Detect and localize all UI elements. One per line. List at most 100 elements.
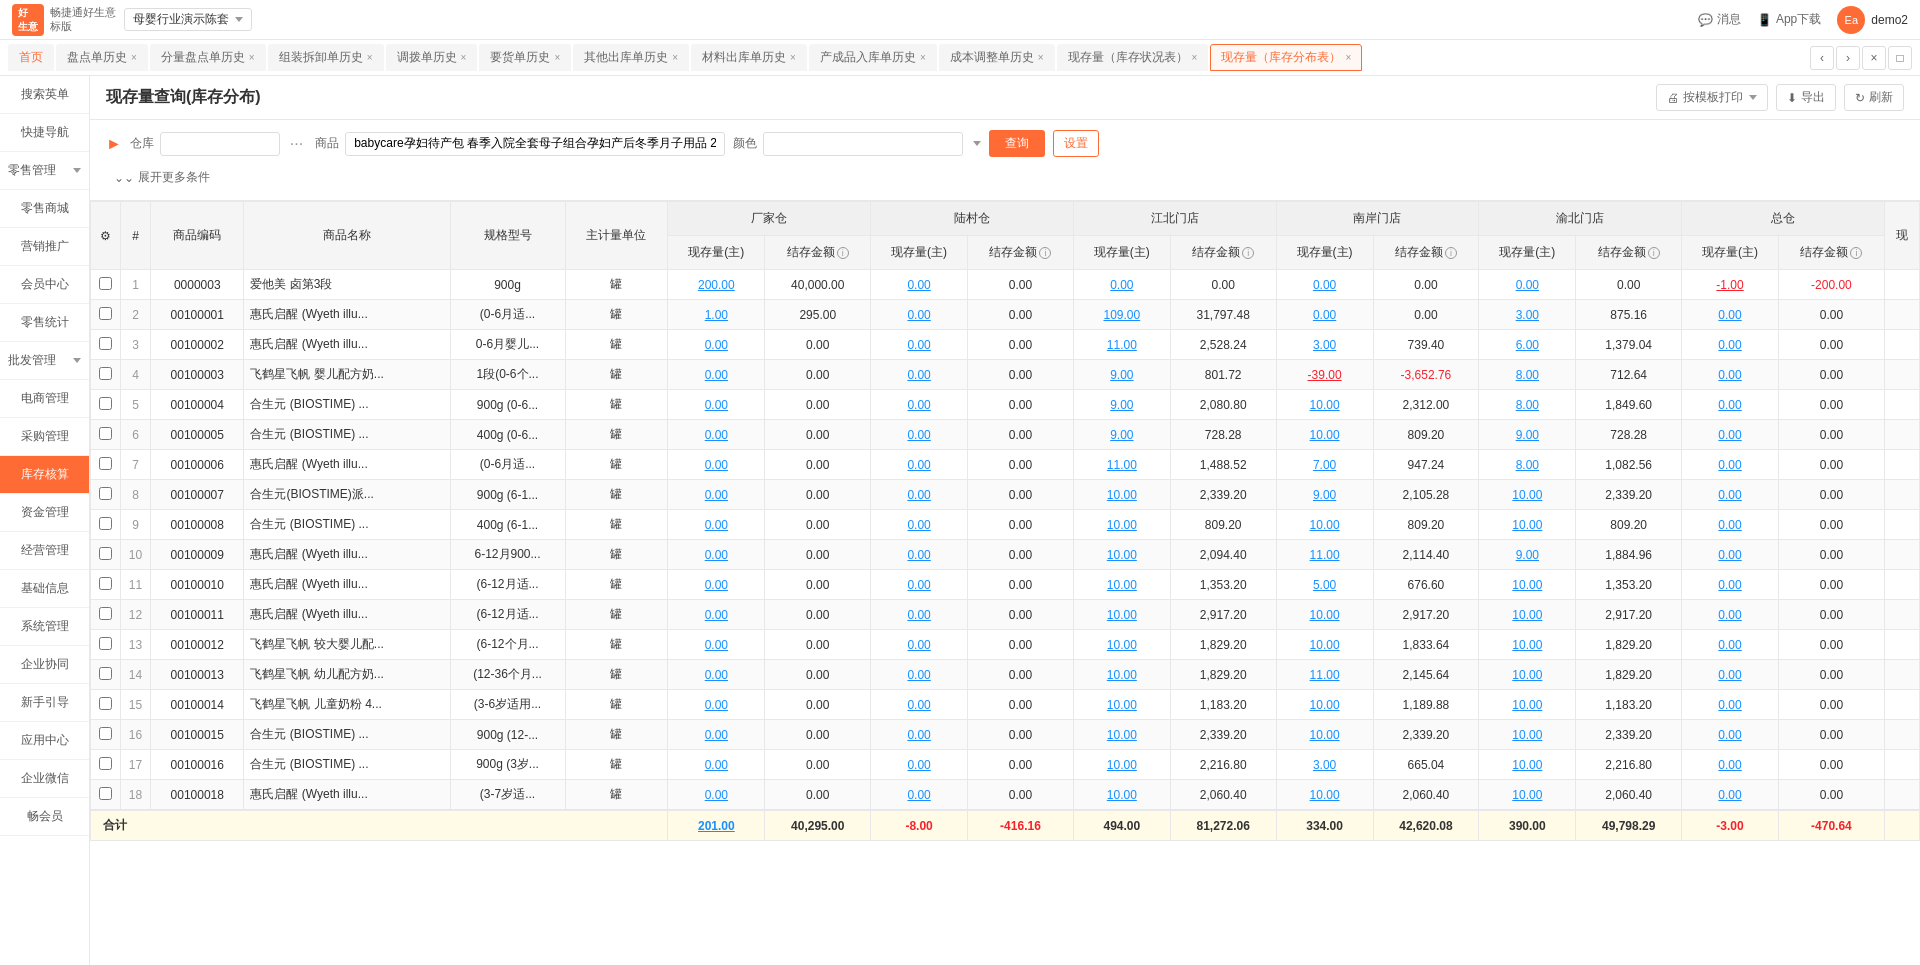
footer-total-qty[interactable]: -3.00 (1681, 810, 1778, 841)
na-qty-cell[interactable]: 10.00 (1276, 600, 1373, 630)
tab-cost[interactable]: 成本调整单历史 × (939, 44, 1055, 71)
settings-cell[interactable] (91, 570, 121, 600)
jb-qty-cell[interactable]: 11.00 (1073, 330, 1170, 360)
tab-pandian[interactable]: 盘点单历史 × (56, 44, 148, 71)
lc-qty-cell[interactable]: 0.00 (871, 720, 968, 750)
yb-qty-cell[interactable]: 10.00 (1479, 660, 1576, 690)
settings-cell[interactable] (91, 270, 121, 300)
sidebar-item-inventory[interactable]: 库存核算 (0, 456, 89, 494)
sidebar-item-base[interactable]: 基础信息 (0, 570, 89, 608)
user-info[interactable]: Ea demo2 (1837, 6, 1908, 34)
yb-qty-cell[interactable]: 3.00 (1479, 300, 1576, 330)
jb-qty-cell[interactable]: 9.00 (1073, 420, 1170, 450)
lc-qty-cell[interactable]: 0.00 (871, 450, 968, 480)
total-qty-cell[interactable]: 0.00 (1681, 750, 1778, 780)
na-qty-cell[interactable]: 9.00 (1276, 480, 1373, 510)
jb-qty-cell[interactable]: 10.00 (1073, 780, 1170, 811)
jb-qty-cell[interactable]: 10.00 (1073, 720, 1170, 750)
na-qty-cell[interactable]: 3.00 (1276, 750, 1373, 780)
yb-qty-cell[interactable]: 10.00 (1479, 600, 1576, 630)
jb-qty-cell[interactable]: 10.00 (1073, 570, 1170, 600)
message-btn[interactable]: 💬 消息 (1698, 11, 1741, 28)
lc-qty-cell[interactable]: 0.00 (871, 480, 968, 510)
jb-qty-cell[interactable]: 10.00 (1073, 510, 1170, 540)
na-qty-cell[interactable]: 7.00 (1276, 450, 1373, 480)
tab-cailiao[interactable]: 材料出库单历史 × (691, 44, 807, 71)
footer-yb-qty[interactable]: 390.00 (1479, 810, 1576, 841)
tab-close-icon[interactable]: × (1192, 52, 1198, 63)
lc-qty-cell[interactable]: 0.00 (871, 330, 968, 360)
info-icon[interactable]: i (1039, 247, 1051, 259)
total-qty-cell[interactable]: 0.00 (1681, 330, 1778, 360)
yb-qty-cell[interactable]: 8.00 (1479, 390, 1576, 420)
info-icon[interactable]: i (837, 247, 849, 259)
tab-home[interactable]: 首页 (8, 44, 54, 71)
yb-qty-cell[interactable]: 8.00 (1479, 360, 1576, 390)
settings-cell[interactable] (91, 390, 121, 420)
goods-input[interactable] (345, 132, 725, 156)
yb-qty-cell[interactable]: 10.00 (1479, 720, 1576, 750)
settings-cell[interactable] (91, 300, 121, 330)
sidebar-item-guide[interactable]: 新手引导 (0, 684, 89, 722)
info-icon[interactable]: i (1445, 247, 1457, 259)
total-qty-cell[interactable]: -1.00 (1681, 270, 1778, 300)
settings-cell[interactable] (91, 660, 121, 690)
na-qty-cell[interactable]: 0.00 (1276, 270, 1373, 300)
na-qty-cell[interactable]: 0.00 (1276, 300, 1373, 330)
tab-yaohuo[interactable]: 要货单历史 × (479, 44, 571, 71)
jb-qty-cell[interactable]: 10.00 (1073, 540, 1170, 570)
sidebar-item-wxwork[interactable]: 企业微信 (0, 760, 89, 798)
tab-next-btn[interactable]: › (1836, 46, 1860, 70)
na-qty-cell[interactable]: 5.00 (1276, 570, 1373, 600)
yb-qty-cell[interactable]: 10.00 (1479, 510, 1576, 540)
yb-qty-cell[interactable]: 10.00 (1479, 480, 1576, 510)
settings-cell[interactable] (91, 450, 121, 480)
fj-qty-cell[interactable]: 0.00 (668, 570, 765, 600)
sidebar-item-apps[interactable]: 应用中心 (0, 722, 89, 760)
yb-qty-cell[interactable]: 0.00 (1479, 270, 1576, 300)
fj-qty-cell[interactable]: 0.00 (668, 600, 765, 630)
tab-expand-btn[interactable]: □ (1888, 46, 1912, 70)
fj-qty-cell[interactable]: 0.00 (668, 510, 765, 540)
tab-close-icon[interactable]: × (367, 52, 373, 63)
total-qty-cell[interactable]: 0.00 (1681, 630, 1778, 660)
tab-diaob[interactable]: 调拨单历史 × (386, 44, 478, 71)
warehouse-input[interactable] (160, 132, 280, 156)
fj-qty-cell[interactable]: 0.00 (668, 450, 765, 480)
total-qty-cell[interactable]: 0.00 (1681, 450, 1778, 480)
na-qty-cell[interactable]: 3.00 (1276, 330, 1373, 360)
total-qty-cell[interactable]: 0.00 (1681, 570, 1778, 600)
yb-qty-cell[interactable]: 6.00 (1479, 330, 1576, 360)
settings-cell[interactable] (91, 360, 121, 390)
info-icon[interactable]: i (1242, 247, 1254, 259)
yb-qty-cell[interactable]: 9.00 (1479, 420, 1576, 450)
yb-qty-cell[interactable]: 10.00 (1479, 690, 1576, 720)
total-qty-cell[interactable]: 0.00 (1681, 540, 1778, 570)
yb-qty-cell[interactable]: 10.00 (1479, 750, 1576, 780)
settings-cell[interactable] (91, 510, 121, 540)
fj-qty-cell[interactable]: 200.00 (668, 270, 765, 300)
na-qty-cell[interactable]: 10.00 (1276, 690, 1373, 720)
search-button[interactable]: 查询 (989, 130, 1045, 157)
lc-qty-cell[interactable]: 0.00 (871, 690, 968, 720)
fj-qty-cell[interactable]: 0.00 (668, 330, 765, 360)
tab-close-icon[interactable]: × (554, 52, 560, 63)
sidebar-item-nav[interactable]: 快捷导航 (0, 114, 89, 152)
total-qty-cell[interactable]: 0.00 (1681, 690, 1778, 720)
total-qty-cell[interactable]: 0.00 (1681, 780, 1778, 811)
jb-qty-cell[interactable]: 10.00 (1073, 690, 1170, 720)
footer-fj-qty[interactable]: 201.00 (668, 810, 765, 841)
fj-qty-cell[interactable]: 0.00 (668, 720, 765, 750)
lc-qty-cell[interactable]: 0.00 (871, 750, 968, 780)
lc-qty-cell[interactable]: 0.00 (871, 540, 968, 570)
tab-close-icon[interactable]: × (131, 52, 137, 63)
total-qty-cell[interactable]: 0.00 (1681, 510, 1778, 540)
jb-qty-cell[interactable]: 10.00 (1073, 630, 1170, 660)
settings-cell[interactable] (91, 540, 121, 570)
sidebar-item-collab[interactable]: 企业协同 (0, 646, 89, 684)
na-qty-cell[interactable]: 10.00 (1276, 630, 1373, 660)
info-icon[interactable]: i (1850, 247, 1862, 259)
na-qty-cell[interactable]: 10.00 (1276, 720, 1373, 750)
sidebar-item-mall[interactable]: 零售商城 (0, 190, 89, 228)
settings-cell[interactable] (91, 630, 121, 660)
